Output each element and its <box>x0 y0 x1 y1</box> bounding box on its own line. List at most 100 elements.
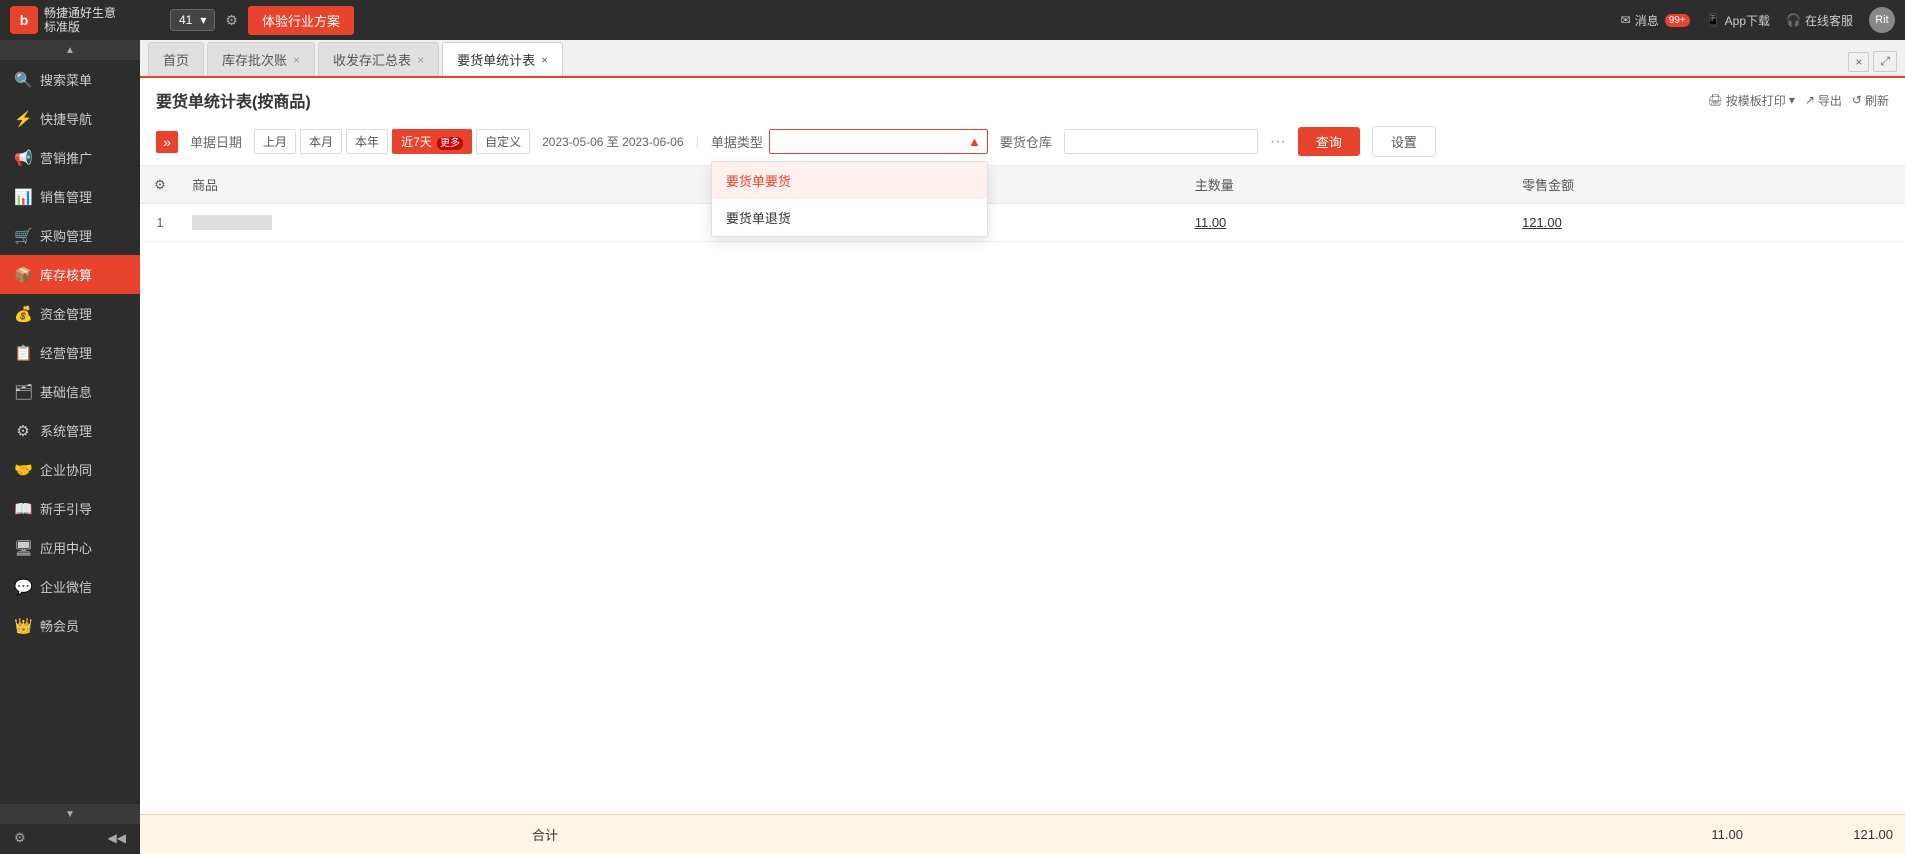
filter-date-this-month[interactable]: 本月 <box>300 129 342 154</box>
sidebar-item-label-app-center: 应用中心 <box>40 538 92 557</box>
app-download-action[interactable]: 📱 App下载 <box>1706 12 1770 29</box>
tab-receive-send-summary[interactable]: 收发存汇总表× <box>318 42 439 76</box>
sidebar-item-label-system: 系统管理 <box>40 421 92 440</box>
sidebar-item-label-member: 畅会员 <box>40 616 79 635</box>
tab-label-home: 首页 <box>163 50 189 69</box>
sidebar-item-shortcut[interactable]: ⚡ 快捷导航 <box>0 99 140 138</box>
resize-tab-button[interactable]: ⤢ <box>1873 51 1897 72</box>
filter-date-last-month[interactable]: 上月 <box>254 129 296 154</box>
logo-text: 畅捷通好生意 标准版 <box>44 6 116 35</box>
search-icon: 🔍 <box>14 71 32 89</box>
top-header: b 畅捷通好生意 标准版 41 ▾ ⚙ 体验行业方案 ✉ 消息 99+ 📱 Ap… <box>0 0 1905 40</box>
sidebar-item-app-center[interactable]: 🖥 应用中心 <box>0 528 140 567</box>
settings-button[interactable]: 设置 <box>1372 126 1436 157</box>
sidebar-item-search[interactable]: 🔍 搜索菜单 <box>0 60 140 99</box>
data-table: ⚙ 商品 主计量单位 主数量 零售金额 1 ████ ██ 块 11.00 12… <box>140 166 1905 242</box>
sidebar-item-label-finance: 资金管理 <box>40 304 92 323</box>
footer-label: 合计 <box>532 825 558 844</box>
query-button[interactable]: 查询 <box>1298 127 1360 156</box>
dropdown-item-return[interactable]: 要货单退货 <box>712 199 987 236</box>
filter-date-buttons: 上月 本月 本年 近7天 更多 自定义 <box>254 129 530 154</box>
warehouse-label: 要货仓库 <box>1000 132 1052 151</box>
export-action[interactable]: ↗ 导出 <box>1805 92 1842 109</box>
sidebar-item-cooperation[interactable]: 🤝 企业协同 <box>0 450 140 489</box>
gear-icon[interactable]: ⚙ <box>225 12 238 29</box>
filter-expand-button[interactable]: » <box>156 131 178 153</box>
table-header-row: ⚙ 商品 主计量单位 主数量 零售金额 <box>140 166 1905 204</box>
filter-date-custom[interactable]: 自定义 <box>476 129 530 154</box>
table-row: 1 ████ ██ 块 11.00 121.00 <box>140 204 1905 242</box>
sidebar-item-operation[interactable]: 📋 经营管理 <box>0 333 140 372</box>
trial-button[interactable]: 体验行业方案 <box>248 6 354 35</box>
inventory-icon: 📦 <box>14 266 32 284</box>
sidebar-scroll-up[interactable]: ▲ <box>0 40 140 60</box>
sidebar-item-sales[interactable]: 📊 销售管理 <box>0 177 140 216</box>
tab-bar-actions: × ⤢ <box>1848 51 1897 76</box>
td-product: ████ ██ <box>180 204 720 242</box>
sidebar-item-inventory[interactable]: 📦 库存核算 <box>0 255 140 294</box>
more-filters-icon[interactable]: ··· <box>1270 133 1286 151</box>
member-icon: 👑 <box>14 617 32 635</box>
print-template-action[interactable]: 🖨 按模板打印 ▾ <box>1708 92 1795 109</box>
sidebar-item-label-sales: 销售管理 <box>40 187 92 206</box>
sidebar-item-wechat[interactable]: 💬 企业微信 <box>0 567 140 606</box>
filter-date-this-year[interactable]: 本年 <box>346 129 388 154</box>
tab-label-inventory-batch: 库存批次账 <box>222 50 287 69</box>
settings-icon[interactable]: ⚙ <box>14 830 26 846</box>
th-quantity: 主数量 <box>1183 166 1510 204</box>
th-product: 商品 <box>180 166 720 204</box>
page-title: 要货单统计表(按商品) <box>156 88 311 112</box>
print-icon: 🖨 <box>1708 93 1723 107</box>
sidebar-item-member[interactable]: 👑 畅会员 <box>0 606 140 645</box>
td-seq: 1 <box>140 204 180 242</box>
online-service-action[interactable]: 🎧 在线客服 <box>1786 12 1853 29</box>
tab-home[interactable]: 首页 <box>148 42 204 76</box>
sidebar-item-marketing[interactable]: 📢 营销推广 <box>0 138 140 177</box>
sidebar: ▲ 🔍 搜索菜单 ⚡ 快捷导航 📢 营销推广 📊 销售管理 🛒 采购管理 📦 库… <box>0 40 140 854</box>
system-icon: ⚙ <box>14 422 32 440</box>
sidebar-item-system[interactable]: ⚙ 系统管理 <box>0 411 140 450</box>
sidebar-item-label-purchase: 采购管理 <box>40 226 92 245</box>
tab-inventory-batch[interactable]: 库存批次账 × <box>207 42 315 76</box>
tab-close-inventory-batch[interactable]: × <box>293 53 300 67</box>
content-area: 首页库存批次账×收发存汇总表×要货单统计表× × ⤢ 要货单统计表(按商品) 🖨… <box>140 40 1905 854</box>
warehouse-input[interactable] <box>1064 129 1258 154</box>
download-icon: 📱 <box>1706 13 1721 27</box>
store-selector[interactable]: 41 ▾ <box>170 9 215 31</box>
tab-order-summary[interactable]: 要货单统计表× <box>442 42 563 76</box>
refresh-action[interactable]: ↺ 刷新 <box>1852 92 1889 109</box>
sidebar-item-guide[interactable]: 📖 新手引导 <box>0 489 140 528</box>
type-chevron-up-icon[interactable]: ▲ <box>962 134 987 149</box>
service-icon: 🎧 <box>1786 13 1801 27</box>
message-icon: ✉ <box>1621 13 1631 27</box>
sidebar-item-basic[interactable]: 🗂 基础信息 <box>0 372 140 411</box>
finance-icon: 💰 <box>14 305 32 323</box>
sidebar-item-finance[interactable]: 💰 资金管理 <box>0 294 140 333</box>
messages-action[interactable]: ✉ 消息 99+ <box>1621 12 1690 29</box>
logo: b 畅捷通好生意 标准版 <box>10 6 150 35</box>
type-dropdown: 要货单要货 要货单退货 <box>711 161 988 237</box>
sidebar-item-purchase[interactable]: 🛒 采购管理 <box>0 216 140 255</box>
th-amount: 零售金额 <box>1510 166 1905 204</box>
collapse-icon[interactable]: ◀◀ <box>108 831 126 845</box>
type-input[interactable] <box>770 130 962 153</box>
dropdown-item-request[interactable]: 要货单要货 <box>712 162 987 199</box>
guide-icon: 📖 <box>14 500 32 518</box>
filter-date-7days[interactable]: 近7天 更多 <box>392 129 472 154</box>
avatar[interactable]: Rit <box>1869 7 1895 33</box>
tab-close-receive-send-summary[interactable]: × <box>417 53 424 67</box>
cooperation-icon: 🤝 <box>14 461 32 479</box>
sidebar-scroll-down[interactable]: ▼ <box>0 804 140 824</box>
refresh-icon: ↺ <box>1852 93 1862 107</box>
sidebar-item-label-cooperation: 企业协同 <box>40 460 92 479</box>
column-settings-icon[interactable]: ⚙ <box>154 177 166 192</box>
footer-amount: 121.00 <box>1773 827 1893 842</box>
date-label: 单据日期 <box>190 132 242 151</box>
tab-close-order-summary[interactable]: × <box>541 53 548 67</box>
page-header: 要货单统计表(按商品) 🖨 按模板打印 ▾ ↗ 导出 ↺ 刷新 <box>140 78 1905 118</box>
sidebar-item-label-shortcut: 快捷导航 <box>40 109 92 128</box>
sidebar-item-label-basic: 基础信息 <box>40 382 92 401</box>
close-all-tabs-button[interactable]: × <box>1848 52 1869 72</box>
th-settings: ⚙ <box>140 166 180 204</box>
logo-icon: b <box>10 6 38 34</box>
